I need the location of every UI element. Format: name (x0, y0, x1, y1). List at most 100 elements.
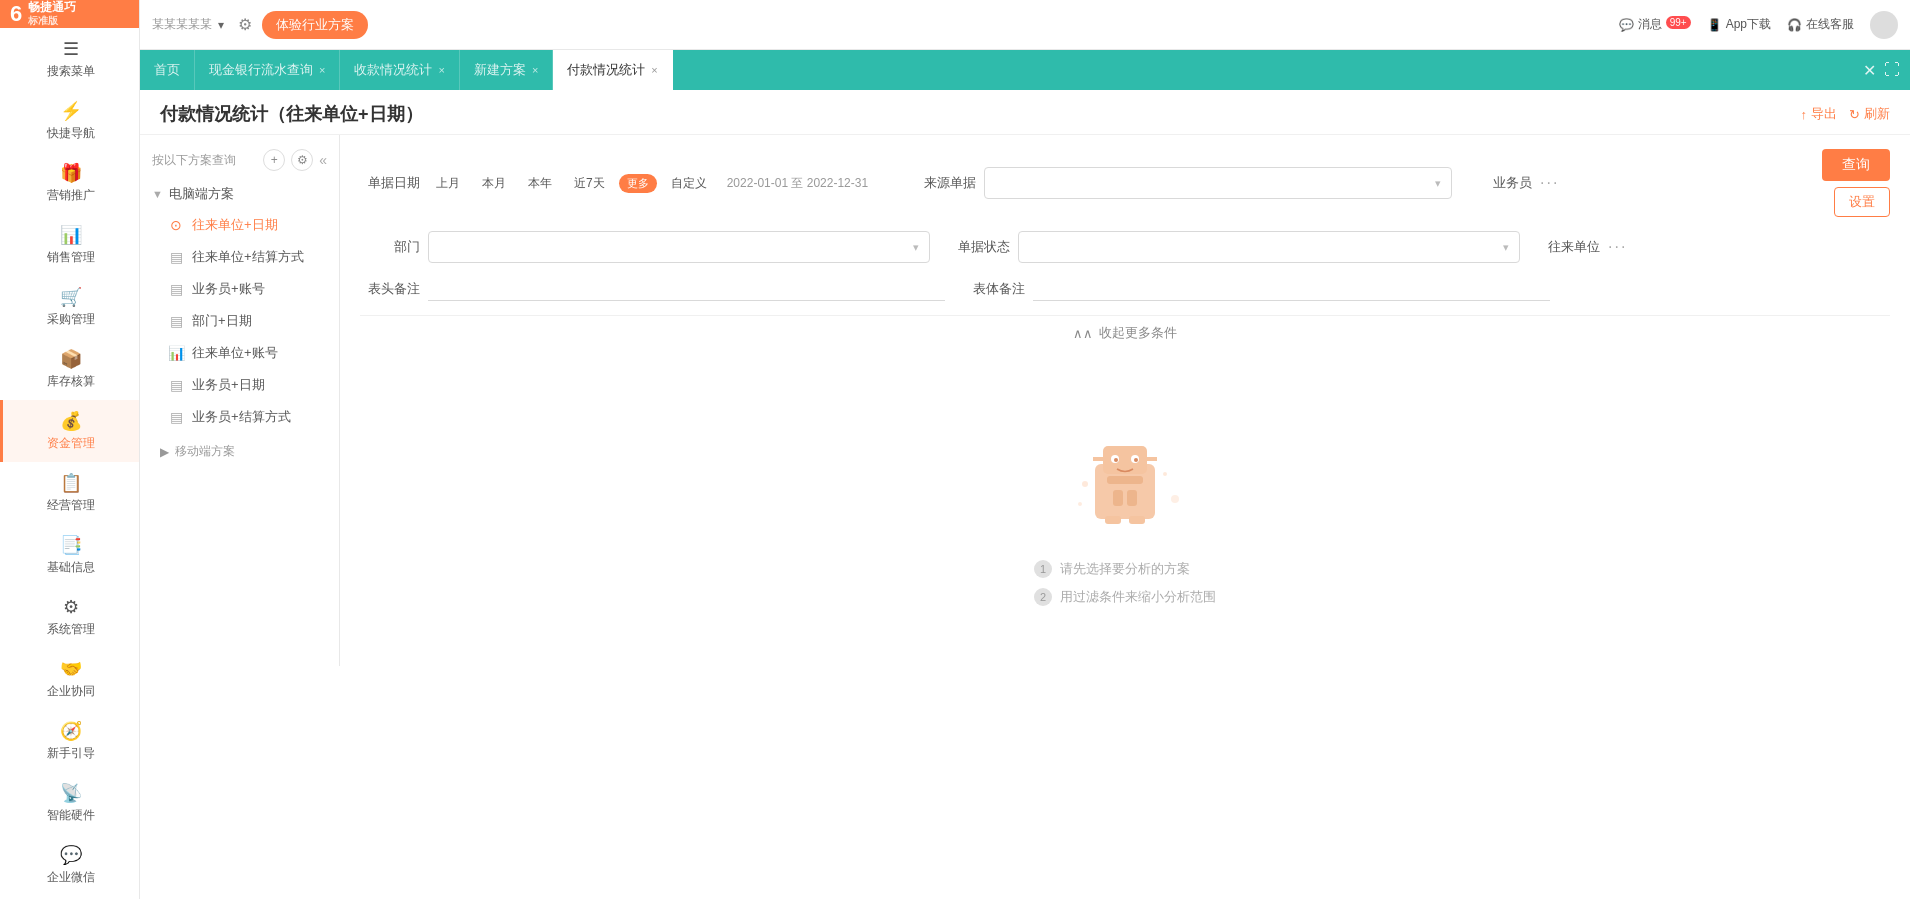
svg-rect-11 (1105, 516, 1121, 524)
settings-btn[interactable]: 设置 (1834, 187, 1890, 217)
export-icon: ↑ (1801, 107, 1808, 122)
source-bill-select[interactable]: ▾ (984, 167, 1452, 199)
sidebar-item-operations[interactable]: 📋 经营管理 (0, 462, 139, 524)
sidebar-item-purchase[interactable]: 🛒 采购管理 (0, 276, 139, 338)
svg-rect-8 (1107, 476, 1143, 484)
date-btn-custom[interactable]: 自定义 (663, 172, 715, 195)
filter-right-area: 单据日期 上月 本月 本年 近7天 更多 自定义 2022-01-01 至 20… (340, 135, 1910, 666)
top-header: 某某某某某 ▾ ⚙ 体验行业方案 💬 消息 99+ 📱 App下载 🎧 在线客服 (140, 0, 1910, 50)
app-icon: 📱 (1707, 18, 1722, 32)
staff-dots-btn[interactable]: ··· (1540, 174, 1559, 192)
scheme-group-desktop-header[interactable]: ▼ 电脑端方案 (140, 179, 339, 209)
scheme-group-mobile-header[interactable]: ▶ 移动端方案 (140, 437, 339, 466)
tab-home-label: 首页 (154, 61, 180, 79)
svg-point-5 (1134, 458, 1138, 462)
sidebar-item-marketing[interactable]: 🎁 营销推广 (0, 152, 139, 214)
message-item[interactable]: 💬 消息 99+ (1619, 16, 1691, 33)
tab-home[interactable]: 首页 (140, 50, 195, 90)
sidebar-item-guide[interactable]: 🧭 新手引导 (0, 710, 139, 772)
partner-dots-btn[interactable]: ··· (1608, 238, 1627, 256)
scheme-add-btn[interactable]: + (263, 149, 285, 171)
date-btn-last7days[interactable]: 近7天 (566, 172, 613, 195)
basic-info-icon: 📑 (60, 534, 82, 556)
quick-nav-icon: ⚡ (60, 100, 82, 122)
date-btn-last-month[interactable]: 上月 (428, 172, 468, 195)
empty-step-1: 1 请先选择要分析的方案 (1034, 560, 1216, 578)
collapse-more-bar[interactable]: ∧∧ 收起更多条件 (360, 315, 1890, 350)
step-1-num: 1 (1034, 560, 1052, 578)
filter-bill-status-item: 单据状态 ▾ (950, 231, 1520, 263)
sidebar-item-search-menu[interactable]: ☰ 搜索菜单 (0, 28, 139, 90)
filter-dept-item: 部门 ▾ (360, 231, 930, 263)
guide-icon: 🧭 (60, 720, 82, 742)
tab-payment-stat-label: 付款情况统计 (567, 61, 645, 79)
header-right: 💬 消息 99+ 📱 App下载 🎧 在线客服 (1619, 11, 1898, 39)
message-label: 消息 (1638, 16, 1662, 33)
sidebar-item-wechat[interactable]: 💬 企业微信 (0, 834, 139, 896)
sidebar-item-hardware[interactable]: 📡 智能硬件 (0, 772, 139, 834)
scheme-staff-settle-icon: ▤ (168, 409, 184, 425)
sales-icon: 📊 (60, 224, 82, 246)
source-bill-arrow: ▾ (1435, 177, 1441, 190)
scheme-staff-account-icon: ▤ (168, 281, 184, 297)
scheme-collapse-btn[interactable]: « (319, 152, 327, 168)
sidebar-item-sales[interactable]: 📊 销售管理 (0, 214, 139, 276)
sidebar-item-inventory[interactable]: 📦 库存核算 (0, 338, 139, 400)
header-dropdown-icon[interactable]: ▾ (218, 18, 224, 32)
date-btn-this-month[interactable]: 本月 (474, 172, 514, 195)
scheme-item-unit-settle[interactable]: ▤ 往来单位+结算方式 (140, 241, 339, 273)
tab-cashflow-close[interactable]: × (319, 64, 325, 76)
body-note-input[interactable] (1033, 277, 1550, 301)
scheme-panel-actions: + ⚙ « (263, 149, 327, 171)
sidebar-item-enterprise[interactable]: 🤝 企业协同 (0, 648, 139, 710)
dept-select[interactable]: ▾ (428, 231, 930, 263)
tab-new-scheme-label: 新建方案 (474, 61, 526, 79)
user-avatar[interactable] (1870, 11, 1898, 39)
enterprise-icon: 🤝 (60, 658, 82, 680)
export-btn[interactable]: ↑ 导出 (1801, 105, 1838, 123)
tab-close-all-icon[interactable]: ✕ (1863, 61, 1876, 80)
refresh-icon: ↻ (1849, 107, 1860, 122)
app-download-item[interactable]: 📱 App下载 (1707, 16, 1771, 33)
scheme-setting-btn[interactable]: ⚙ (291, 149, 313, 171)
app-label: App下载 (1726, 16, 1771, 33)
desktop-group-arrow: ▼ (152, 188, 163, 200)
empty-step-2: 2 用过滤条件来缩小分析范围 (1034, 588, 1216, 606)
header-company: 某某某某某 (152, 16, 212, 33)
sidebar-item-system[interactable]: ⚙ 系统管理 (0, 586, 139, 648)
scheme-item-unit-account[interactable]: 📊 往来单位+账号 (140, 337, 339, 369)
sidebar-item-finance[interactable]: 💰 资金管理 (0, 400, 139, 462)
tab-payment-stat[interactable]: 付款情况统计 × (553, 50, 672, 90)
scheme-item-staff-settle[interactable]: ▤ 业务员+结算方式 (140, 401, 339, 433)
tab-cashflow[interactable]: 现金银行流水查询 × (195, 50, 340, 90)
sidebar: 6 畅捷通巧 标准版 ☰ 搜索菜单 ⚡ 快捷导航 🎁 营销推广 📊 销售管理 🛒… (0, 0, 140, 899)
service-item[interactable]: 🎧 在线客服 (1787, 16, 1854, 33)
trial-btn[interactable]: 体验行业方案 (262, 11, 368, 39)
bill-status-select[interactable]: ▾ (1018, 231, 1520, 263)
filter-body-note-item: 表体备注 (965, 277, 1550, 301)
tab-new-scheme[interactable]: 新建方案 × (460, 50, 553, 90)
tab-payment-stat-close[interactable]: × (651, 64, 657, 76)
scheme-item-unit-date[interactable]: ⊙ 往来单位+日期 (140, 209, 339, 241)
tab-bar: 首页 现金银行流水查询 × 收款情况统计 × 新建方案 × 付款情况统计 × ✕… (140, 50, 1910, 90)
tab-receivable[interactable]: 收款情况统计 × (340, 50, 459, 90)
query-btn[interactable]: 查询 (1822, 149, 1890, 181)
tab-new-scheme-close[interactable]: × (532, 64, 538, 76)
header-note-input[interactable] (428, 277, 945, 301)
main-area: 某某某某某 ▾ ⚙ 体验行业方案 💬 消息 99+ 📱 App下载 🎧 在线客服 (140, 0, 1910, 899)
sidebar-item-basic-info[interactable]: 📑 基础信息 (0, 524, 139, 586)
scheme-item-staff-date[interactable]: ▤ 业务员+日期 (140, 369, 339, 401)
scheme-item-staff-account[interactable]: ▤ 业务员+账号 (140, 273, 339, 305)
date-btn-more[interactable]: 更多 (619, 174, 657, 193)
refresh-btn[interactable]: ↻ 刷新 (1849, 105, 1890, 123)
scheme-unit-settle-icon: ▤ (168, 249, 184, 265)
tab-expand-icon[interactable]: ⛶ (1884, 61, 1900, 79)
header-gear-icon[interactable]: ⚙ (238, 15, 252, 34)
scheme-item-dept-date[interactable]: ▤ 部门+日期 (140, 305, 339, 337)
date-btn-this-year[interactable]: 本年 (520, 172, 560, 195)
tab-receivable-close[interactable]: × (438, 64, 444, 76)
svg-rect-12 (1129, 516, 1145, 524)
sidebar-item-quick-nav[interactable]: ⚡ 快捷导航 (0, 90, 139, 152)
tab-receivable-label: 收款情况统计 (354, 61, 432, 79)
step-2-num: 2 (1034, 588, 1052, 606)
